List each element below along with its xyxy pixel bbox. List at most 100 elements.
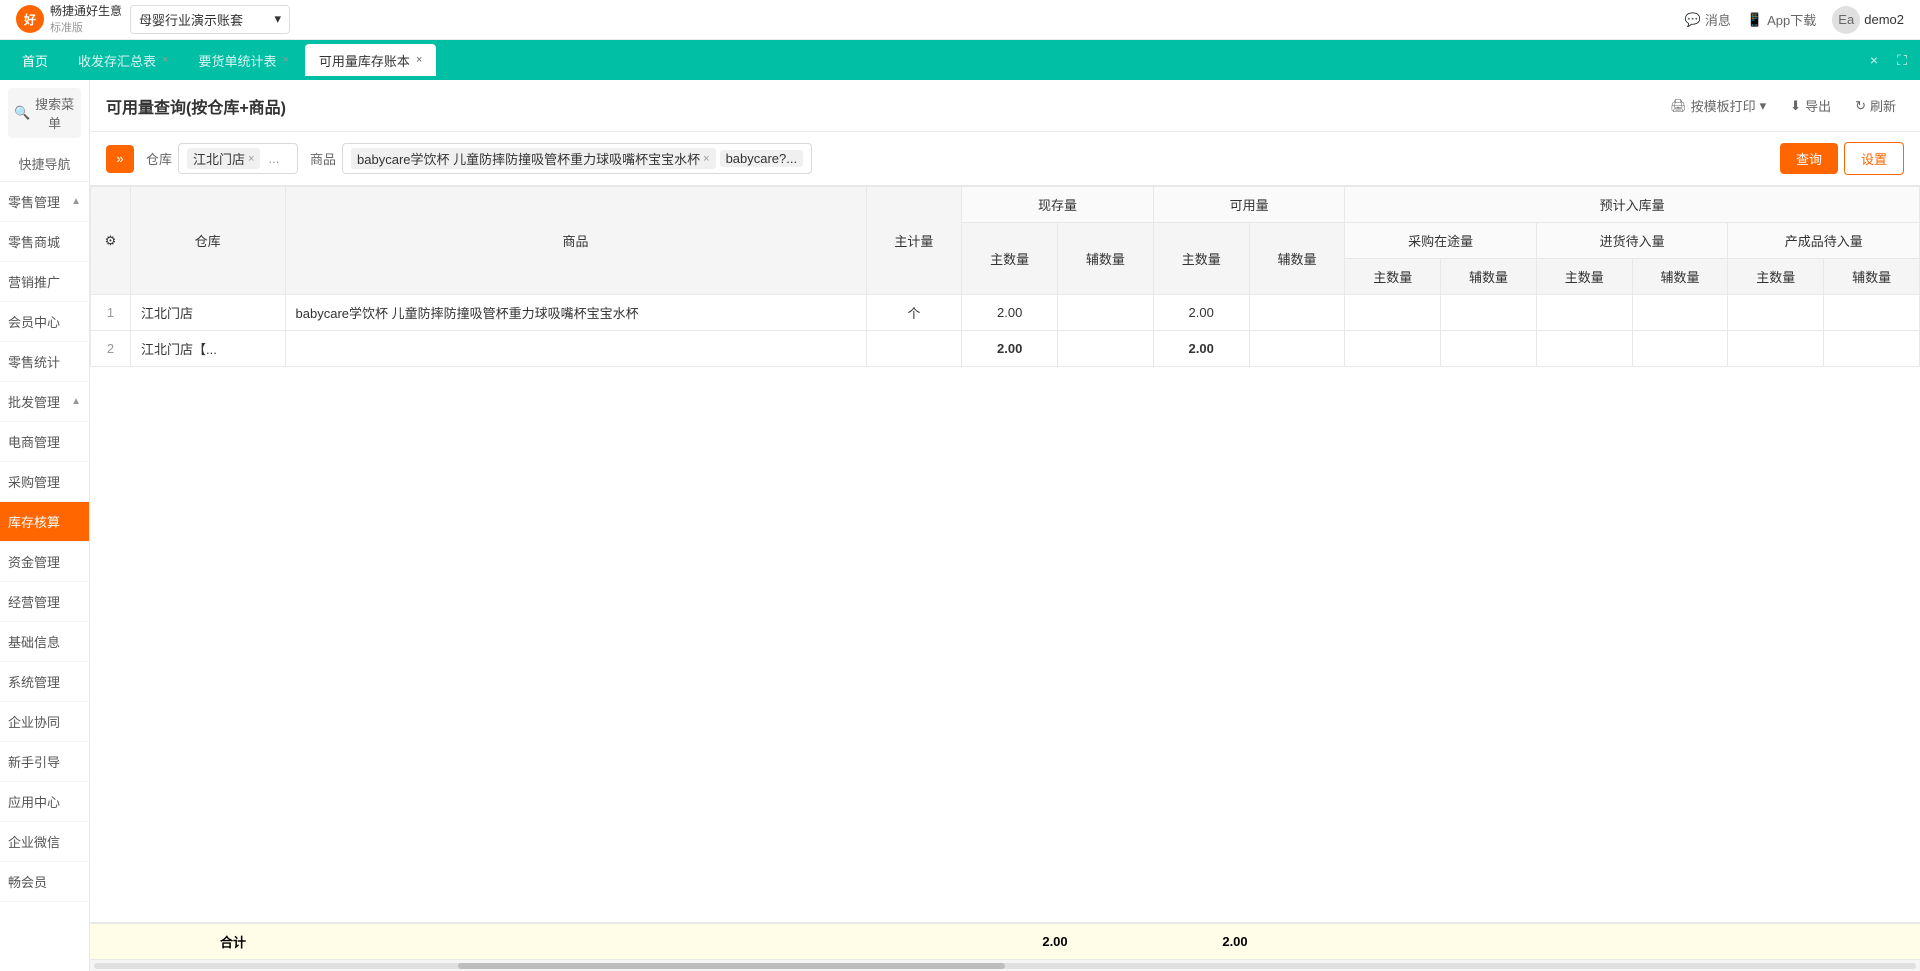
refresh-label: 刷新	[1870, 96, 1896, 115]
page-actions: 🖨 按模板打印 ▾ ⬇ 导出 ↻ 刷新	[1662, 92, 1904, 119]
row-num: 1	[91, 295, 131, 331]
sidebar-item-wechat[interactable]: 企业微信	[0, 822, 89, 862]
maximize-button[interactable]: ⛶	[1892, 50, 1912, 70]
tab-orders[interactable]: 要货单统计表 ×	[184, 44, 302, 76]
header-right: 💬 消息 📱 App下载 Ea demo2	[1685, 6, 1904, 34]
product-filter-input[interactable]: babycare学饮杯 儿童防摔防撞吸管杯重力球吸嘴杯宝宝水杯 × babyca…	[342, 143, 812, 174]
tab-inventory[interactable]: 可用量库存账本 ×	[305, 44, 436, 76]
row-purchase-aux	[1441, 331, 1537, 367]
sidebar-item-label: 畅会员	[8, 872, 47, 891]
filter-expand-button[interactable]: »	[106, 145, 134, 173]
th-incoming-group: 进货待入量	[1536, 223, 1728, 259]
sidebar-item-label: 资金管理	[8, 552, 60, 571]
tab-orders-close[interactable]: ×	[282, 54, 288, 66]
query-button[interactable]: 查询	[1780, 143, 1838, 174]
sidebar-item-label: 基础信息	[8, 632, 60, 651]
logo-text-block: 畅捷通好生意 标准版	[50, 4, 122, 34]
th-available-aux: 辅数量	[1249, 223, 1345, 295]
sidebar-item-app-center[interactable]: 应用中心	[0, 782, 89, 822]
th-incoming-aux: 辅数量	[1632, 259, 1728, 295]
export-button[interactable]: ⬇ 导出	[1782, 92, 1839, 119]
product-tag-1-value: babycare学饮杯 儿童防摔防撞吸管杯重力球吸嘴杯宝宝水杯	[357, 149, 700, 168]
sidebar-item-retail-mgmt-label: 零售管理	[8, 192, 60, 211]
th-production-group: 产成品待入量	[1728, 223, 1920, 259]
tab-receipts-close[interactable]: ×	[162, 54, 168, 66]
sidebar-item-marketing[interactable]: 营销推广	[0, 262, 89, 302]
sidebar-item-newbie[interactable]: 新手引导	[0, 742, 89, 782]
row-stock-aux	[1058, 331, 1154, 367]
settings-button[interactable]: 设置	[1844, 142, 1904, 175]
user-profile[interactable]: Ea demo2	[1832, 6, 1904, 34]
sidebar-item-member-app[interactable]: 畅会员	[0, 862, 89, 902]
row-incoming-main	[1536, 295, 1632, 331]
footer-label: 合计	[220, 932, 300, 951]
refresh-button[interactable]: ↻ 刷新	[1847, 92, 1904, 119]
message-label: 消息	[1705, 10, 1731, 29]
horizontal-scrollbar[interactable]	[90, 959, 1920, 971]
sidebar-item-label: 新手引导	[8, 752, 60, 771]
row-purchase-main	[1345, 295, 1441, 331]
sidebar-item-basic-info[interactable]: 基础信息	[0, 622, 89, 662]
tab-receipts[interactable]: 收发存汇总表 ×	[64, 44, 182, 76]
window-controls: × ⛶	[1864, 50, 1912, 70]
header-left: 好 畅捷通好生意 标准版 母婴行业演示账套 ▾	[16, 4, 290, 34]
tab-inventory-close[interactable]: ×	[416, 54, 422, 66]
row-production-aux	[1824, 295, 1920, 331]
message-button[interactable]: 💬 消息	[1685, 10, 1731, 29]
sidebar-item-ecommerce[interactable]: 电商管理	[0, 422, 89, 462]
sidebar-item-label: 企业微信	[8, 832, 60, 851]
row-incoming-aux	[1632, 295, 1728, 331]
sidebar-quick-nav[interactable]: 快捷导航	[0, 146, 89, 182]
sidebar-item-label: 采购管理	[8, 472, 60, 491]
table-row: 1 江北门店 babycare学饮杯 儿童防摔防撞吸管杯重力球吸嘴杯宝宝水杯 个…	[91, 295, 1920, 331]
sidebar-item-wholesale[interactable]: 批发管理 ▲	[0, 382, 89, 422]
sidebar-item-purchase[interactable]: 采购管理	[0, 462, 89, 502]
th-warehouse: 仓库	[131, 187, 286, 295]
content-area: 可用量查询(按仓库+商品) 🖨 按模板打印 ▾ ⬇ 导出 ↻ 刷新	[90, 80, 1920, 971]
sidebar-item-system[interactable]: 系统管理	[0, 662, 89, 702]
row-unit: 个	[866, 295, 962, 331]
product-tag-1-close[interactable]: ×	[703, 153, 709, 165]
sidebar-item-members[interactable]: 会员中心	[0, 302, 89, 342]
table-wrapper: ⚙ 仓库 商品 主计量 现存量 可用量 预计入库量 主数量 辅数量 主数量	[90, 186, 1920, 922]
sidebar-item-retail-stats[interactable]: 零售统计	[0, 342, 89, 382]
sidebar-item-inventory[interactable]: 库存核算	[0, 502, 89, 542]
row-unit	[866, 331, 962, 367]
search-icon: 🔍	[14, 105, 30, 121]
th-product: 商品	[285, 187, 866, 295]
row-purchase-aux	[1441, 295, 1537, 331]
th-purchase-transit-group: 采购在途量	[1345, 223, 1537, 259]
row-product	[285, 331, 866, 367]
th-stock-main: 主数量	[962, 223, 1058, 295]
filter-bar: » 仓库 江北门店 × ... 商品 babycare学饮杯 儿童防摔防撞吸管杯…	[90, 132, 1920, 186]
tab-orders-label: 要货单统计表	[198, 51, 276, 70]
close-all-tabs-button[interactable]: ×	[1864, 50, 1884, 70]
search-menu-button[interactable]: 🔍 搜索菜单	[8, 88, 81, 138]
warehouse-more-dots[interactable]: ...	[264, 151, 283, 166]
row-stock-main: 2.00	[962, 295, 1058, 331]
tab-home[interactable]: 首页	[8, 44, 62, 76]
sidebar-item-operations[interactable]: 经营管理	[0, 582, 89, 622]
search-menu-label: 搜索菜单	[34, 94, 75, 132]
sidebar-item-retail-mgmt[interactable]: 零售管理 ▲	[0, 182, 89, 222]
warehouse-tag-close[interactable]: ×	[248, 153, 254, 165]
sidebar-item-label: 库存核算	[8, 512, 60, 531]
sidebar-item-enterprise[interactable]: 企业协同	[0, 702, 89, 742]
table-area: ⚙ 仓库 商品 主计量 现存量 可用量 预计入库量 主数量 辅数量 主数量	[90, 186, 1920, 971]
sidebar-item-label: 会员中心	[8, 312, 60, 331]
product-filter-group: 商品 babycare学饮杯 儿童防摔防撞吸管杯重力球吸嘴杯宝宝水杯 × bab…	[310, 143, 812, 174]
th-stock-group: 现存量	[962, 187, 1154, 223]
tab-inventory-label: 可用量库存账本	[319, 51, 410, 70]
sidebar-item-retail-mall[interactable]: 零售商城	[0, 222, 89, 262]
footer-stock-total: 2.00	[1010, 934, 1100, 949]
company-selector[interactable]: 母婴行业演示账套 ▾	[130, 5, 290, 34]
sidebar-item-label: 零售统计	[8, 352, 60, 371]
sidebar-item-finance[interactable]: 资金管理	[0, 542, 89, 582]
warehouse-filter-label: 仓库	[146, 149, 172, 168]
scrollbar-thumb	[458, 963, 1005, 969]
app-download-button[interactable]: 📱 App下载	[1747, 10, 1816, 29]
product-filter-label: 商品	[310, 149, 336, 168]
row-warehouse: 江北门店	[131, 295, 286, 331]
print-template-button[interactable]: 🖨 按模板打印 ▾	[1662, 92, 1774, 119]
warehouse-filter-input[interactable]: 江北门店 × ...	[178, 143, 298, 174]
